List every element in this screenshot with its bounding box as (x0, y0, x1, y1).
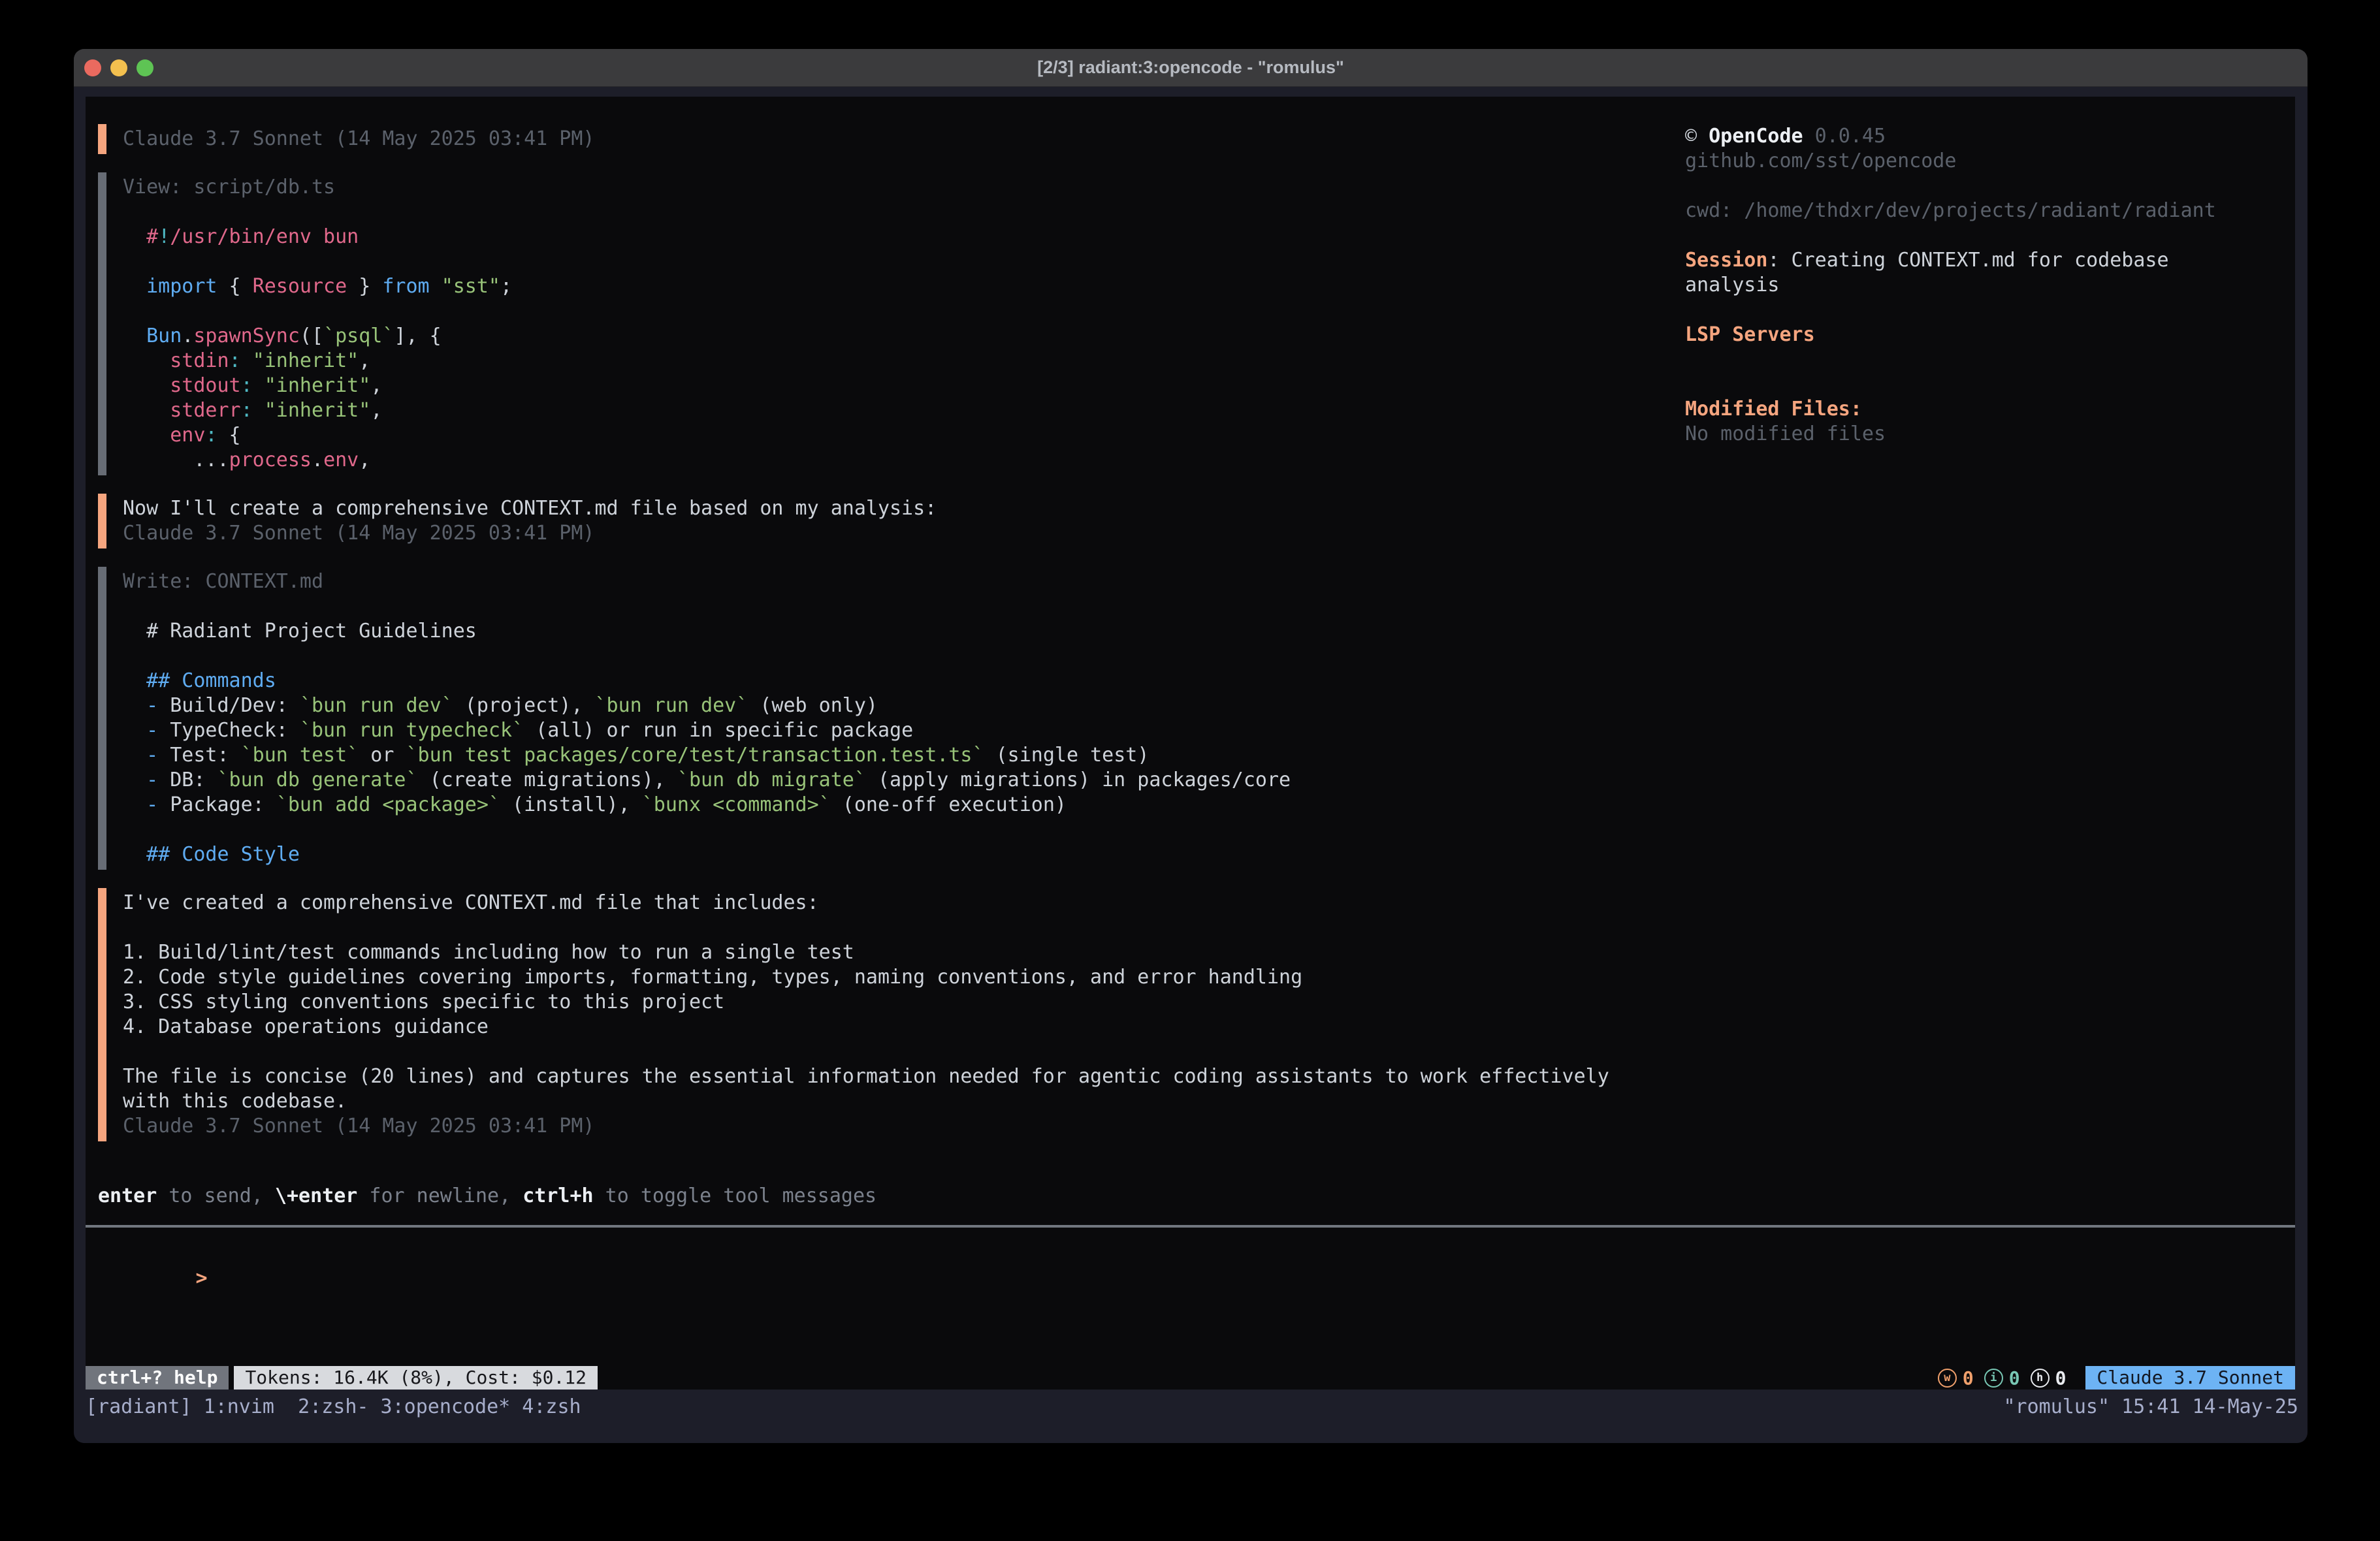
sidebar-line: LSP Servers (1685, 323, 2292, 347)
opencode-pane: Claude 3.7 Sonnet (14 May 2025 03:41 PM)… (86, 97, 2295, 1390)
tokens-cost-chip: Tokens: 16.4K (8%), Cost: $0.12 (234, 1366, 598, 1390)
terminal-line: env: { (123, 423, 1653, 448)
terminal-line: Bun.spawnSync([`psql`], { (123, 324, 1653, 349)
w-diagnostic-counter-icon: w0 (1938, 1367, 1974, 1389)
terminal-line (123, 200, 1653, 225)
tmux-window-4[interactable]: 4:zsh (510, 1395, 581, 1418)
terminal-line: I've created a comprehensive CONTEXT.md … (123, 891, 1653, 915)
status-bar: ctrl+? help Tokens: 16.4K (8%), Cost: $0… (86, 1366, 2295, 1390)
sidebar-line: Session: Creating CONTEXT.md for codebas… (1685, 248, 2292, 273)
terminal-line: stderr: "inherit", (123, 398, 1653, 423)
keybinding-hint: enter to send, \+enter for newline, ctrl… (98, 1184, 876, 1209)
terminal-line: 4. Database operations guidance (123, 1015, 1653, 1040)
window-title: [2/3] radiant:3:opencode - "romulus" (74, 49, 2308, 86)
terminal-window: [2/3] radiant:3:opencode - "romulus" Cla… (74, 49, 2308, 1443)
sidebar-line: © OpenCode 0.0.45 (1685, 124, 2292, 149)
sidebar-line (1685, 298, 2292, 323)
tmux-status-bar: [radiant] 1:nvim 2:zsh- 3:opencode* 4:zs… (86, 1393, 2298, 1421)
message-block: Write: CONTEXT.md # Radiant Project Guid… (98, 567, 1653, 870)
sidebar-line: cwd: /home/thdxr/dev/projects/radiant/ra… (1685, 199, 2292, 223)
terminal-line: - DB: `bun db generate` (create migratio… (123, 768, 1653, 793)
session-sidebar: © OpenCode 0.0.45github.com/sst/opencode… (1685, 124, 2292, 447)
terminal-line: with this codebase. (123, 1089, 1653, 1114)
terminal-line: View: script/db.ts (123, 175, 1653, 200)
window-titlebar[interactable]: [2/3] radiant:3:opencode - "romulus" (74, 49, 2308, 87)
input-divider (86, 1225, 2295, 1228)
status-right: w0i0h0 Claude 3.7 Sonnet (1938, 1366, 2295, 1390)
sidebar-line (1685, 174, 2292, 199)
diagnostics-counters: w0i0h0 (1938, 1367, 2077, 1389)
sidebar-line (1685, 223, 2292, 248)
h-circle-icon: h (2031, 1369, 2050, 1388)
tmux-window-3[interactable]: 3:opencode* (369, 1395, 511, 1418)
terminal-line: stdout: "inherit", (123, 373, 1653, 398)
h-diagnostic-counter-icon: h0 (2031, 1367, 2066, 1389)
terminal-line: Claude 3.7 Sonnet (14 May 2025 03:41 PM) (123, 127, 1653, 151)
diagnostic-count: 0 (2055, 1367, 2066, 1389)
sidebar-line (1685, 347, 2292, 372)
tmux-window-2[interactable]: 2:zsh- (286, 1395, 368, 1418)
model-chip[interactable]: Claude 3.7 Sonnet (2085, 1366, 2295, 1390)
prompt-input[interactable]: > (101, 1241, 208, 1266)
prompt-caret: > (196, 1267, 208, 1290)
w-circle-icon: w (1938, 1369, 1957, 1388)
terminal-line (123, 1040, 1653, 1064)
message-block: I've created a comprehensive CONTEXT.md … (98, 888, 1653, 1141)
chat-transcript: Claude 3.7 Sonnet (14 May 2025 03:41 PM)… (86, 124, 1653, 1160)
terminal-line: - Test: `bun test` or `bun test packages… (123, 743, 1653, 768)
tmux-window-1[interactable]: 1:nvim (204, 1395, 286, 1418)
terminal-line: 3. CSS styling conventions specific to t… (123, 990, 1653, 1015)
terminal-line: import { Resource } from "sst"; (123, 274, 1653, 299)
sidebar-line: analysis (1685, 273, 2292, 298)
i-circle-icon: i (1984, 1369, 2003, 1388)
sidebar-line (1685, 372, 2292, 397)
terminal-line (123, 818, 1653, 842)
status-left: ctrl+? help Tokens: 16.4K (8%), Cost: $0… (86, 1366, 598, 1390)
terminal-line: stdin: "inherit", (123, 349, 1653, 373)
sidebar-line: No modified files (1685, 422, 2292, 447)
screen: [2/3] radiant:3:opencode - "romulus" Cla… (0, 0, 2380, 1541)
terminal-line: 2. Code style guidelines covering import… (123, 965, 1653, 990)
tmux-session-name: [radiant] (86, 1395, 204, 1418)
terminal-line: The file is concise (20 lines) and captu… (123, 1064, 1653, 1089)
terminal-line: Write: CONTEXT.md (123, 569, 1653, 594)
terminal-line (123, 249, 1653, 274)
terminal-line (123, 644, 1653, 669)
terminal-line: ## Commands (123, 669, 1653, 693)
help-chip[interactable]: ctrl+? help (86, 1366, 229, 1390)
terminal-line: - Package: `bun add <package>` (install)… (123, 793, 1653, 818)
terminal-line (123, 915, 1653, 940)
terminal-line: 1. Build/lint/test commands including ho… (123, 940, 1653, 965)
terminal-line: Claude 3.7 Sonnet (14 May 2025 03:41 PM) (123, 521, 1653, 546)
terminal-line: Now I'll create a comprehensive CONTEXT.… (123, 496, 1653, 521)
message-block: Now I'll create a comprehensive CONTEXT.… (98, 494, 1653, 548)
i-diagnostic-counter-icon: i0 (1984, 1367, 2020, 1389)
sidebar-line: github.com/sst/opencode (1685, 149, 2292, 174)
terminal-line: Claude 3.7 Sonnet (14 May 2025 03:41 PM) (123, 1114, 1653, 1139)
terminal-line (123, 594, 1653, 619)
diagnostic-count: 0 (2009, 1367, 2020, 1389)
terminal-line (123, 299, 1653, 324)
tmux-right-status: "romulus" 15:41 14-May-25 (2003, 1393, 2298, 1421)
terminal-line: ...process.env, (123, 448, 1653, 473)
terminal-line: - TypeCheck: `bun run typecheck` (all) o… (123, 718, 1653, 743)
terminal-line: #!/usr/bin/env bun (123, 225, 1653, 249)
sidebar-line: Modified Files: (1685, 397, 2292, 422)
diagnostic-count: 0 (1963, 1367, 1974, 1389)
terminal-line: # Radiant Project Guidelines (123, 619, 1653, 644)
tmux-window-list: [radiant] 1:nvim 2:zsh- 3:opencode* 4:zs… (86, 1393, 581, 1421)
message-block: Claude 3.7 Sonnet (14 May 2025 03:41 PM) (98, 124, 1653, 154)
terminal-line: - Build/Dev: `bun run dev` (project), `b… (123, 693, 1653, 718)
terminal-line: ## Code Style (123, 842, 1653, 867)
message-block: View: script/db.ts #!/usr/bin/env bun im… (98, 172, 1653, 475)
